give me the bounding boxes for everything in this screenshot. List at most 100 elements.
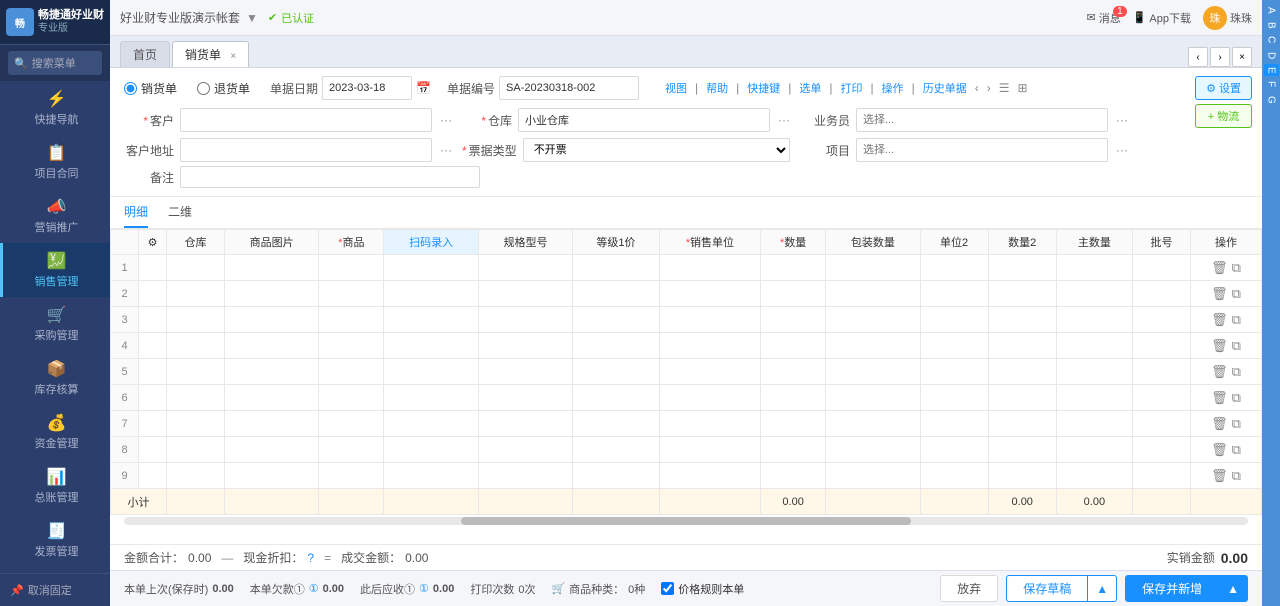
- tab-sale-order[interactable]: 销货单 ×: [172, 41, 249, 67]
- row-main-qty[interactable]: [1056, 307, 1132, 333]
- row-warehouse[interactable]: [167, 307, 225, 333]
- row-spec[interactable]: [478, 307, 572, 333]
- sidebar-item-purchase[interactable]: 🛒 采购管理: [0, 297, 110, 351]
- right-panel-icon-4[interactable]: D: [1264, 49, 1279, 62]
- row-sales-unit[interactable]: [659, 437, 761, 463]
- save-draft-arrow[interactable]: ▲: [1088, 575, 1117, 602]
- row-qty2[interactable]: [988, 359, 1056, 385]
- row-price1[interactable]: [573, 359, 659, 385]
- row-barcode[interactable]: [384, 307, 478, 333]
- row-goods[interactable]: [319, 463, 384, 489]
- row-qty2[interactable]: [988, 255, 1056, 281]
- operations-button[interactable]: 操作: [882, 80, 904, 96]
- sidebar-item-marketing[interactable]: 📣 营销推广: [0, 189, 110, 243]
- row-main-qty[interactable]: [1056, 385, 1132, 411]
- row-quantity[interactable]: [761, 411, 826, 437]
- row-delete-button[interactable]: 🗑: [1211, 286, 1228, 302]
- row-price1[interactable]: [573, 333, 659, 359]
- row-copy-button[interactable]: ⧉: [1232, 260, 1241, 276]
- right-panel-icon-2[interactable]: B: [1264, 19, 1279, 32]
- row-batch[interactable]: [1132, 437, 1190, 463]
- row-main-qty[interactable]: [1056, 255, 1132, 281]
- history-prev-icon[interactable]: ‹: [975, 81, 979, 95]
- row-barcode[interactable]: [384, 411, 478, 437]
- row-barcode[interactable]: [384, 359, 478, 385]
- warehouse-select-icon[interactable]: ···: [778, 113, 790, 127]
- row-goods[interactable]: [319, 333, 384, 359]
- row-barcode[interactable]: [384, 281, 478, 307]
- row-spec[interactable]: [478, 333, 572, 359]
- horizontal-scrollbar[interactable]: [124, 517, 1248, 525]
- row-spec[interactable]: [478, 411, 572, 437]
- row-goods[interactable]: [319, 307, 384, 333]
- row-delete-button[interactable]: 🗑: [1211, 312, 1228, 328]
- right-panel-icon-1[interactable]: A: [1264, 4, 1279, 17]
- row-sales-unit[interactable]: [659, 255, 761, 281]
- row-batch[interactable]: [1132, 307, 1190, 333]
- row-barcode[interactable]: [384, 333, 478, 359]
- row-warehouse[interactable]: [167, 463, 225, 489]
- row-pack-qty[interactable]: [826, 281, 920, 307]
- row-quantity[interactable]: [761, 281, 826, 307]
- salesperson-input[interactable]: [856, 108, 1108, 132]
- tab-home[interactable]: 首页: [120, 41, 170, 67]
- row-goods[interactable]: [319, 385, 384, 411]
- owe-help-icon[interactable]: ①: [309, 582, 319, 595]
- row-copy-button[interactable]: ⧉: [1232, 286, 1241, 302]
- app-download-button[interactable]: 📱 App下载: [1133, 10, 1191, 26]
- customer-select-icon[interactable]: ···: [440, 113, 452, 127]
- tab-detail[interactable]: 明细: [124, 197, 148, 228]
- row-barcode[interactable]: [384, 463, 478, 489]
- save-new-arrow[interactable]: ▲: [1219, 575, 1248, 602]
- invoice-type-select[interactable]: 不开票 增值税普通发票 增值税专用发票: [523, 138, 790, 162]
- row-price1[interactable]: [573, 437, 659, 463]
- row-main-qty[interactable]: [1056, 463, 1132, 489]
- row-price1[interactable]: [573, 385, 659, 411]
- print-button[interactable]: 打印: [841, 80, 863, 96]
- row-goods[interactable]: [319, 255, 384, 281]
- row-goods[interactable]: [319, 411, 384, 437]
- future-help-icon[interactable]: ①: [419, 582, 429, 595]
- row-batch[interactable]: [1132, 463, 1190, 489]
- row-unit2[interactable]: [920, 333, 988, 359]
- row-delete-button[interactable]: 🗑: [1211, 338, 1228, 354]
- row-goods[interactable]: [319, 359, 384, 385]
- row-barcode[interactable]: [384, 437, 478, 463]
- row-pack-qty[interactable]: [826, 437, 920, 463]
- row-qty2[interactable]: [988, 411, 1056, 437]
- message-button[interactable]: ✉ 消息 1: [1087, 10, 1121, 26]
- select-button[interactable]: 选单: [799, 80, 821, 96]
- row-sales-unit[interactable]: [659, 359, 761, 385]
- row-delete-button[interactable]: 🗑: [1211, 260, 1228, 276]
- row-batch[interactable]: [1132, 255, 1190, 281]
- sidebar-item-quicknav[interactable]: ⚡ 快捷导航: [0, 81, 110, 135]
- tab-prev-button[interactable]: ‹: [1188, 47, 1208, 67]
- row-qty2[interactable]: [988, 333, 1056, 359]
- row-unit2[interactable]: [920, 307, 988, 333]
- history-next-icon[interactable]: ›: [987, 81, 991, 95]
- row-pack-qty[interactable]: [826, 359, 920, 385]
- row-barcode[interactable]: [384, 255, 478, 281]
- row-delete-button[interactable]: 🗑: [1211, 390, 1228, 406]
- row-delete-button[interactable]: 🗑: [1211, 442, 1228, 458]
- tab-2d[interactable]: 二维: [168, 197, 192, 228]
- row-spec[interactable]: [478, 255, 572, 281]
- radio-return-order[interactable]: 退货单: [197, 80, 250, 97]
- row-quantity[interactable]: [761, 463, 826, 489]
- row-warehouse[interactable]: [167, 255, 225, 281]
- col-settings[interactable]: ⚙: [139, 230, 167, 255]
- row-main-qty[interactable]: [1056, 437, 1132, 463]
- right-panel-icon-7[interactable]: G: [1264, 93, 1279, 107]
- row-delete-button[interactable]: 🗑: [1211, 416, 1228, 432]
- settings-button[interactable]: ⚙ 设置: [1195, 76, 1252, 100]
- add-logistics-button[interactable]: + 物流: [1195, 104, 1252, 128]
- row-copy-button[interactable]: ⧉: [1232, 390, 1241, 406]
- row-warehouse[interactable]: [167, 411, 225, 437]
- save-draft-button[interactable]: 保存草稿: [1006, 575, 1088, 602]
- row-sales-unit[interactable]: [659, 307, 761, 333]
- row-delete-button[interactable]: 🗑: [1211, 364, 1228, 380]
- row-goods[interactable]: [319, 281, 384, 307]
- row-quantity[interactable]: [761, 255, 826, 281]
- price-check-checkbox[interactable]: [661, 582, 674, 595]
- discard-button[interactable]: 放弃: [940, 575, 998, 602]
